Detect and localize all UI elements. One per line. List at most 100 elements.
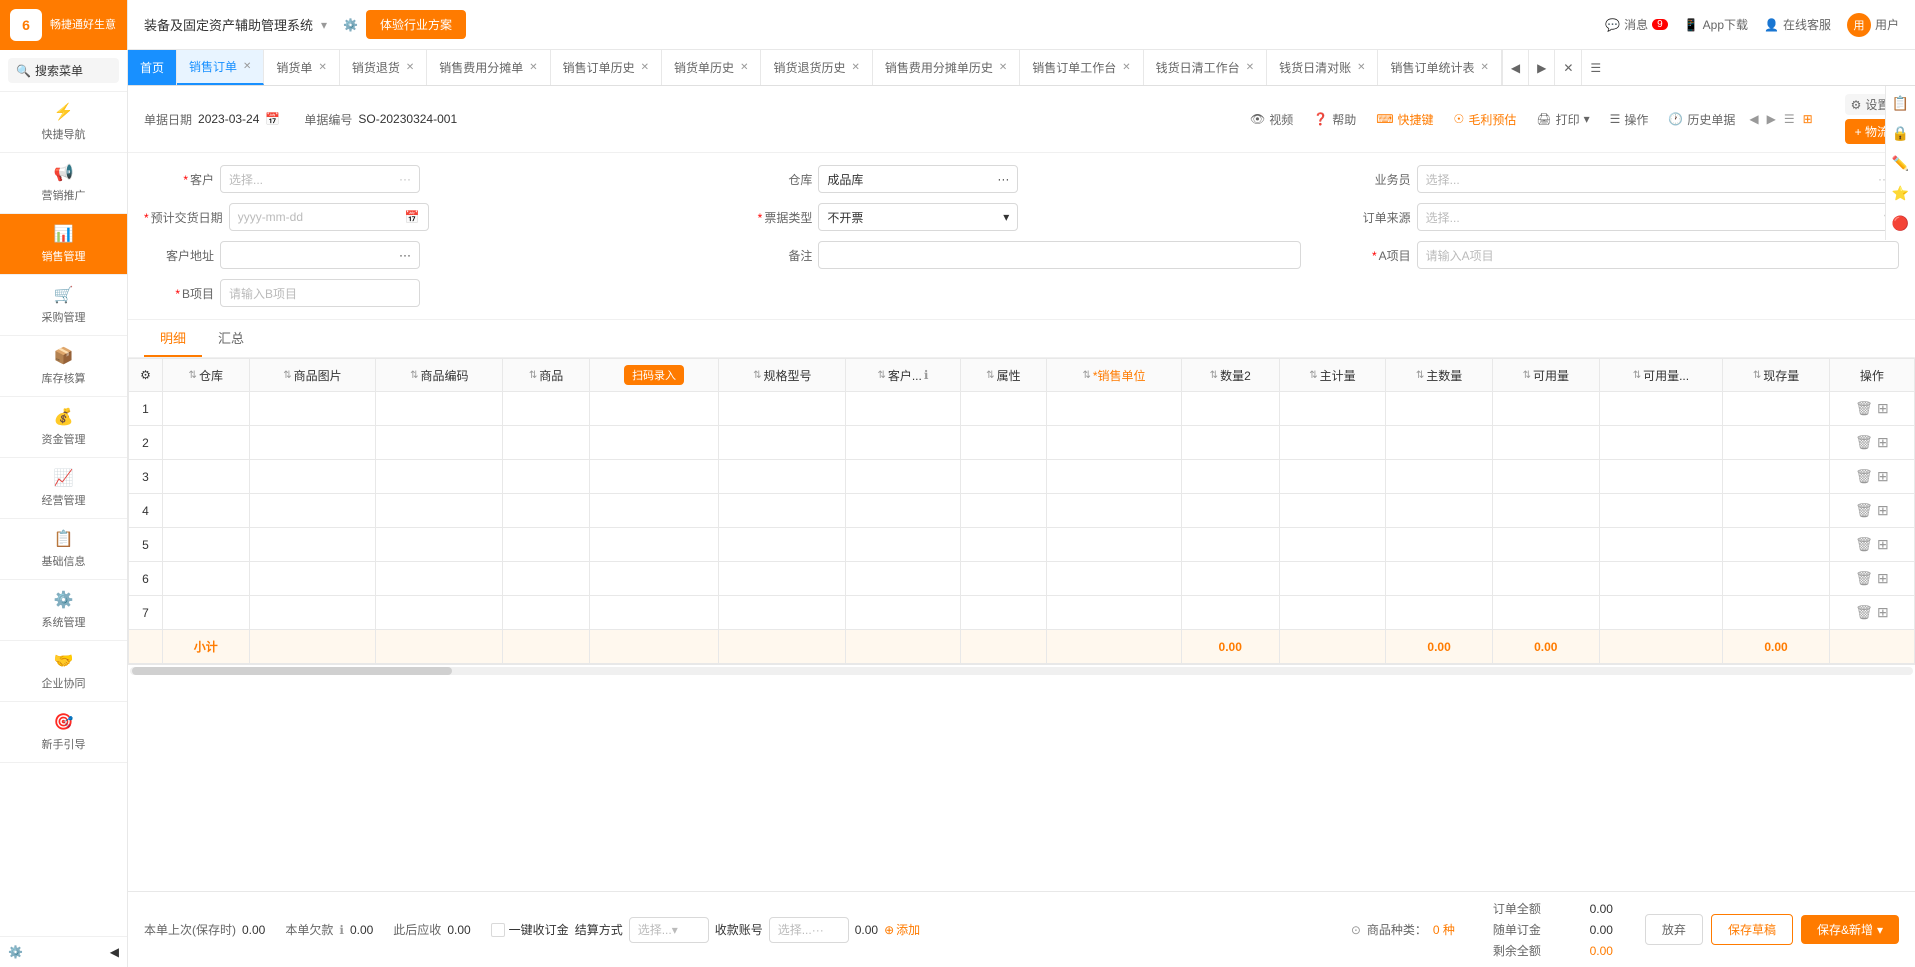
row-customer-code[interactable] (846, 426, 960, 460)
solution-button[interactable]: 体验行业方案 (366, 10, 466, 39)
project-a-input[interactable]: 请输入A项目 (1417, 241, 1899, 269)
tab-menu-button[interactable]: ☰ (1581, 50, 1609, 85)
gear-icon[interactable]: ⚙ (140, 368, 151, 382)
warehouse-input[interactable]: 成品库 ··· (818, 165, 1018, 193)
scan-button[interactable]: 扫码录入 (624, 365, 684, 385)
tab-close-icon[interactable]: ✕ (740, 62, 748, 73)
row-customer-code[interactable] (846, 392, 960, 426)
dropdown-icon[interactable]: ▾ (321, 18, 327, 32)
copy-row-icon[interactable]: ⊞ (1877, 468, 1889, 485)
operations-button[interactable]: ☰ 操作 (1604, 109, 1655, 130)
row-spec[interactable] (719, 426, 846, 460)
scroll-track[interactable] (130, 667, 1913, 675)
row-attribute[interactable] (960, 392, 1047, 426)
col-main-qty-header[interactable]: ⇅主数量 (1386, 359, 1493, 392)
add-button[interactable]: ⊕ 添加 (884, 921, 920, 938)
nav-next-icon[interactable]: ▶ (1767, 112, 1776, 126)
row-code[interactable] (376, 392, 503, 426)
right-tool-alert[interactable]: 🔴 (1888, 210, 1914, 236)
tab-prev-button[interactable]: ◀ (1502, 50, 1528, 85)
sidebar-item-marketing[interactable]: 📢 营销推广 (0, 153, 127, 214)
tab-cash-workbench[interactable]: 钱货日清工作台 ✕ (1144, 50, 1267, 85)
customer-addr-input[interactable]: ··· (220, 241, 420, 269)
sidebar-settings-icon[interactable]: ⚙️ (8, 945, 23, 959)
row-attribute[interactable] (960, 426, 1047, 460)
col-available-qty-header[interactable]: ⇅可用量 (1492, 359, 1599, 392)
print-button[interactable]: 🖨 打印 ▾ (1530, 109, 1595, 130)
sidebar-item-purchase[interactable]: 🛒 采购管理 (0, 275, 127, 336)
tab-close-icon[interactable]: ✕ (406, 62, 414, 73)
tab-next-button[interactable]: ▶ (1528, 50, 1554, 85)
ticket-type-select[interactable]: 不开票 ▾ (818, 203, 1018, 231)
search-menu-item[interactable]: 🔍 搜索菜单 (8, 58, 119, 83)
tab-order-stats[interactable]: 销售订单统计表 ✕ (1378, 50, 1501, 85)
row-spec[interactable] (719, 392, 846, 426)
sidebar-item-system[interactable]: ⚙️ 系统管理 (0, 580, 127, 641)
order-source-input[interactable]: 选择... ▾ (1417, 203, 1899, 231)
quick-order-checkbox[interactable] (491, 923, 505, 937)
payment-method-select[interactable]: 选择... ▾ (629, 917, 709, 943)
tab-order-workbench[interactable]: 销售订单工作台 ✕ (1020, 50, 1143, 85)
row-qty2[interactable] (1181, 392, 1279, 426)
col-spec-header[interactable]: ⇅规格型号 (719, 359, 846, 392)
tab-close-icon[interactable]: ✕ (318, 62, 326, 73)
copy-row-icon[interactable]: ⊞ (1877, 604, 1889, 621)
copy-row-icon[interactable]: ⊞ (1877, 502, 1889, 519)
sidebar-collapse-icon[interactable]: ◀ (110, 945, 119, 959)
row-code[interactable] (376, 426, 503, 460)
save-new-button[interactable]: 保存&新增 ▾ (1801, 915, 1899, 944)
row-warehouse[interactable] (163, 392, 250, 426)
tab-close-icon[interactable]: ✕ (851, 62, 859, 73)
right-tool-clipboard[interactable]: 📋 (1888, 90, 1914, 116)
sidebar-item-enterprise[interactable]: 🤝 企业协同 (0, 641, 127, 702)
account-select[interactable]: 选择... ··· (769, 917, 849, 943)
row-main-unit[interactable] (1279, 392, 1386, 426)
delete-row-icon[interactable]: 🗑 (1855, 400, 1873, 417)
tab-summary[interactable]: 汇总 (202, 320, 260, 357)
form-view-icon[interactable]: ⊞ (1803, 112, 1813, 126)
col-sales-unit-header[interactable]: ⇅*销售单位 (1047, 359, 1182, 392)
help-button[interactable]: ❓ 帮助 (1307, 109, 1362, 130)
tab-close-icon[interactable]: ✕ (1246, 62, 1254, 73)
calendar-icon[interactable]: 📅 (265, 112, 280, 126)
copy-row-icon[interactable]: ⊞ (1877, 536, 1889, 553)
col-image-header[interactable]: ⇅商品图片 (249, 359, 376, 392)
tab-sales-order[interactable]: 销售订单 ✕ (177, 50, 264, 85)
tab-cash-reconcile[interactable]: 钱货日清对账 ✕ (1267, 50, 1378, 85)
row-main-qty[interactable] (1386, 426, 1493, 460)
col-attribute-header[interactable]: ⇅属性 (960, 359, 1047, 392)
delete-row-icon[interactable]: 🗑 (1855, 536, 1873, 553)
copy-row-icon[interactable]: ⊞ (1877, 570, 1889, 587)
customer-input[interactable]: 选择... ··· (220, 165, 420, 193)
row-main-qty[interactable] (1386, 392, 1493, 426)
date-value[interactable]: 2023-03-24 (198, 112, 259, 126)
tab-close-icon[interactable]: ✕ (641, 62, 649, 73)
row-sales-unit[interactable] (1047, 426, 1182, 460)
staff-input[interactable]: 选择... ··· (1417, 165, 1899, 193)
row-main-unit[interactable] (1279, 426, 1386, 460)
col-customer-code-header[interactable]: ⇅客户...ℹ (846, 359, 960, 392)
right-tool-edit[interactable]: ✏️ (1888, 150, 1914, 176)
scroll-thumb[interactable] (132, 667, 452, 675)
history-button[interactable]: 🕐 历史单据 (1662, 109, 1741, 130)
col-scan-header[interactable]: 扫码录入 (589, 359, 719, 392)
discard-button[interactable]: 放弃 (1645, 914, 1703, 945)
list-view-icon[interactable]: ☰ (1784, 112, 1795, 126)
delete-row-icon[interactable]: 🗑 (1855, 570, 1873, 587)
tab-detail[interactable]: 明细 (144, 320, 202, 357)
tab-close-icon[interactable]: ✕ (999, 62, 1007, 73)
right-tool-lock[interactable]: 🔒 (1888, 120, 1914, 146)
sidebar-item-ops[interactable]: 📈 经营管理 (0, 458, 127, 519)
user-avatar[interactable]: 用 用户 (1847, 13, 1899, 37)
app-download-button[interactable]: 📱 App下载 (1684, 16, 1748, 33)
row-product[interactable] (503, 392, 590, 426)
col-product-header[interactable]: ⇅商品 (503, 359, 590, 392)
sidebar-item-quick-nav[interactable]: ⚡ 快捷导航 (0, 92, 127, 153)
tab-close-icon[interactable]: ✕ (1357, 62, 1365, 73)
copy-row-icon[interactable]: ⊞ (1877, 434, 1889, 451)
row-product[interactable] (503, 426, 590, 460)
sidebar-item-finance[interactable]: 💰 资金管理 (0, 397, 127, 458)
tab-return-history[interactable]: 销货单历史 ✕ (662, 50, 761, 85)
row-warehouse[interactable] (163, 426, 250, 460)
tab-close-icon[interactable]: ✕ (1481, 62, 1489, 73)
